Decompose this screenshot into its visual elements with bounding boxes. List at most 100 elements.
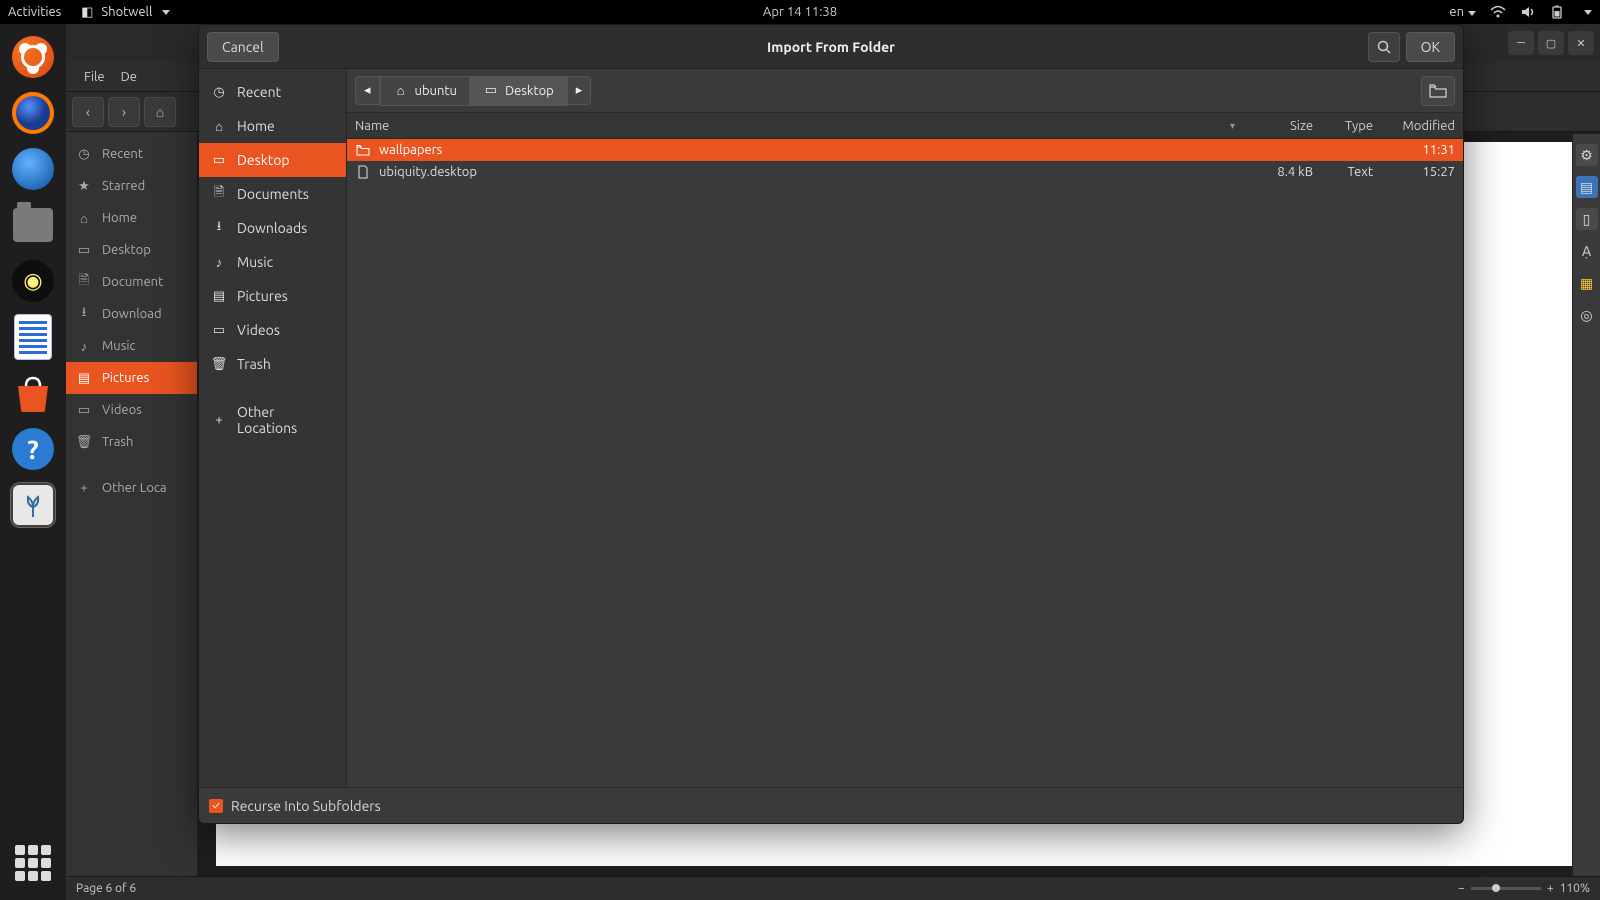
place-documents[interactable]: 🗎Documents bbox=[199, 177, 346, 211]
bg-sidebar-downloads[interactable]: ⭳Download bbox=[66, 298, 197, 330]
ubuntu-logo-icon bbox=[12, 36, 54, 78]
column-type[interactable]: Type bbox=[1323, 119, 1383, 133]
dock-shotwell[interactable] bbox=[10, 482, 56, 528]
menu-file[interactable]: File bbox=[76, 70, 113, 84]
dialog-pathbar: ◂ ⌂ubuntu ▭Desktop ▸ bbox=[347, 69, 1463, 113]
zoom-in-icon[interactable]: + bbox=[1547, 882, 1554, 895]
cancel-button[interactable]: Cancel bbox=[207, 32, 279, 62]
videos-icon: ▭ bbox=[211, 322, 227, 338]
desktop-icon: ▭ bbox=[483, 83, 499, 99]
nav-home-button[interactable]: ⌂ bbox=[144, 97, 176, 127]
zoom-slider-track[interactable] bbox=[1471, 887, 1541, 890]
target-icon: ◎ bbox=[1580, 307, 1592, 324]
clock[interactable]: Apr 14 11:38 bbox=[763, 5, 837, 19]
minimize-button[interactable]: ─ bbox=[1508, 31, 1534, 55]
zoom-control[interactable]: − + 110% bbox=[1458, 882, 1590, 895]
speaker-icon: ◉ bbox=[12, 260, 54, 302]
activities-button[interactable]: Activities bbox=[8, 5, 61, 19]
plus-icon: + bbox=[211, 412, 227, 428]
battery-icon[interactable] bbox=[1550, 4, 1566, 20]
pictures-icon: ▤ bbox=[76, 370, 92, 386]
downloads-icon: ⭳ bbox=[211, 220, 227, 236]
rs-navigator-button[interactable]: ◎ bbox=[1576, 304, 1598, 326]
system-menu-chevron[interactable] bbox=[1584, 10, 1592, 15]
dialog-footer: ✓ Recurse Into Subfolders bbox=[199, 787, 1463, 823]
dock-writer[interactable] bbox=[10, 314, 56, 360]
new-folder-button[interactable] bbox=[1421, 76, 1455, 106]
rs-properties-button[interactable]: ▤ bbox=[1576, 176, 1598, 198]
rs-gallery-button[interactable]: ▦ bbox=[1576, 272, 1598, 294]
recurse-checkbox[interactable]: ✓ bbox=[209, 799, 223, 813]
bg-sidebar-other[interactable]: +Other Loca bbox=[66, 472, 197, 504]
dock-apps-grid[interactable] bbox=[10, 840, 56, 886]
bg-sidebar-recent[interactable]: ◷Recent bbox=[66, 138, 197, 170]
place-music[interactable]: ♪Music bbox=[199, 245, 346, 279]
clock-icon: ◷ bbox=[76, 146, 92, 162]
breadcrumb-desktop[interactable]: ▭Desktop bbox=[470, 76, 567, 106]
recurse-label[interactable]: Recurse Into Subfolders bbox=[231, 798, 381, 814]
place-desktop[interactable]: ▭Desktop bbox=[199, 143, 346, 177]
file-row[interactable]: ubiquity.desktop8.4 kBText15:27 bbox=[347, 161, 1463, 183]
place-pictures[interactable]: ▤Pictures bbox=[199, 279, 346, 313]
new-folder-icon bbox=[1429, 83, 1447, 99]
bg-sidebar-starred[interactable]: ★Starred bbox=[66, 170, 197, 202]
close-button[interactable]: ✕ bbox=[1568, 31, 1594, 55]
place-trash[interactable]: 🗑Trash bbox=[199, 347, 346, 381]
place-other-locations[interactable]: +Other Locations bbox=[199, 395, 346, 445]
volume-icon[interactable] bbox=[1520, 4, 1536, 20]
bg-sidebar-pictures[interactable]: ▤Pictures bbox=[66, 362, 197, 394]
ok-button[interactable]: OK bbox=[1406, 32, 1455, 62]
language-indicator[interactable]: en bbox=[1449, 5, 1476, 19]
dock-files[interactable] bbox=[10, 202, 56, 248]
chevron-down-icon bbox=[162, 10, 170, 15]
dock-firefox[interactable] bbox=[10, 90, 56, 136]
star-icon: ★ bbox=[76, 178, 92, 194]
nav-back-button[interactable]: ‹ bbox=[72, 97, 104, 127]
place-recent[interactable]: ◷Recent bbox=[199, 75, 346, 109]
dock-software[interactable] bbox=[10, 370, 56, 416]
menu-item-2[interactable]: De bbox=[113, 70, 145, 84]
apps-grid-icon bbox=[15, 845, 51, 881]
dock-ubuntu[interactable] bbox=[10, 34, 56, 80]
files-icon bbox=[13, 208, 53, 242]
maximize-button[interactable]: ▢ bbox=[1538, 31, 1564, 55]
app-menu[interactable]: ◧ Shotwell bbox=[79, 4, 170, 20]
path-forward-button[interactable]: ▸ bbox=[567, 76, 592, 105]
column-name[interactable]: Name▾ bbox=[347, 119, 1243, 133]
rs-styles-button[interactable]: Ạ bbox=[1576, 240, 1598, 262]
bg-sidebar-home[interactable]: ⌂Home bbox=[66, 202, 197, 234]
home-icon: ⌂ bbox=[211, 118, 227, 134]
background-statusbar: Page 6 of 6 − + 110% bbox=[66, 876, 1600, 900]
page-indicator: Page 6 of 6 bbox=[76, 882, 136, 895]
rs-page-button[interactable]: ▯ bbox=[1576, 208, 1598, 230]
file-row[interactable]: wallpapers11:31 bbox=[347, 139, 1463, 161]
column-size[interactable]: Size bbox=[1243, 119, 1323, 133]
place-videos[interactable]: ▭Videos bbox=[199, 313, 346, 347]
zoom-slider-thumb[interactable] bbox=[1492, 884, 1500, 892]
desktop-icon: ▭ bbox=[211, 152, 227, 168]
breadcrumb-ubuntu[interactable]: ⌂ubuntu bbox=[380, 76, 470, 106]
file-list[interactable]: wallpapers11:31ubiquity.desktop8.4 kBTex… bbox=[347, 139, 1463, 787]
rs-gear-button[interactable]: ⚙ bbox=[1576, 144, 1598, 166]
path-back-button[interactable]: ◂ bbox=[355, 76, 380, 105]
nav-forward-button[interactable]: › bbox=[108, 97, 140, 127]
bg-sidebar-videos[interactable]: ▭Videos bbox=[66, 394, 197, 426]
place-home[interactable]: ⌂Home bbox=[199, 109, 346, 143]
network-icon[interactable] bbox=[1490, 4, 1506, 20]
search-button[interactable] bbox=[1368, 32, 1400, 62]
column-modified[interactable]: Modified bbox=[1383, 119, 1463, 133]
bg-sidebar-music[interactable]: ♪Music bbox=[66, 330, 197, 362]
dock-rhythmbox[interactable]: ◉ bbox=[10, 258, 56, 304]
place-downloads[interactable]: ⭳Downloads bbox=[199, 211, 346, 245]
dock-help[interactable]: ? bbox=[10, 426, 56, 472]
bg-sidebar-documents[interactable]: 🗎Document bbox=[66, 266, 197, 298]
gallery-icon: ▦ bbox=[1580, 275, 1593, 292]
shotwell-app-icon bbox=[13, 485, 53, 525]
home-icon: ⌂ bbox=[393, 83, 409, 99]
bg-sidebar-trash[interactable]: 🗑Trash bbox=[66, 426, 197, 458]
zoom-out-icon[interactable]: − bbox=[1458, 882, 1465, 895]
panel-icon: ▤ bbox=[1580, 179, 1593, 196]
bg-sidebar-desktop[interactable]: ▭Desktop bbox=[66, 234, 197, 266]
sort-indicator-icon: ▾ bbox=[1230, 120, 1235, 132]
dock-thunderbird[interactable] bbox=[10, 146, 56, 192]
